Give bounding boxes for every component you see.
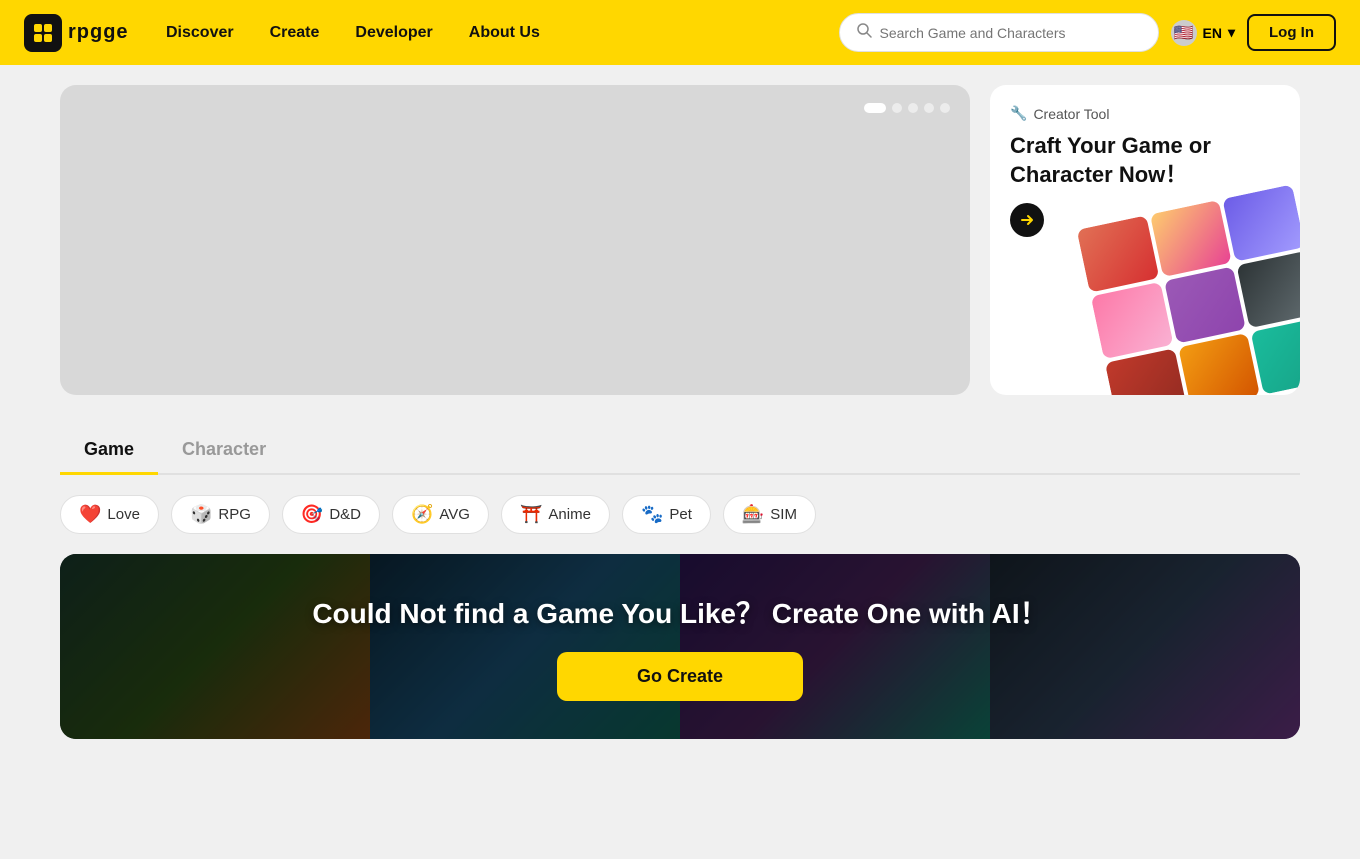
creator-arrow-button[interactable] bbox=[1010, 203, 1044, 237]
creator-card-content: 🔧 Creator Tool Craft Your Game or Charac… bbox=[990, 85, 1300, 237]
genre-sim[interactable]: 🎰 SIM bbox=[723, 495, 816, 534]
genre-rpg[interactable]: 🎲 RPG bbox=[171, 495, 270, 534]
navbar: rpgge Discover Create Developer About Us… bbox=[0, 0, 1360, 65]
tabs-section: Game Character ❤️ Love 🎲 RPG 🎯 D&D 🧭 AVG… bbox=[60, 427, 1300, 534]
nav-links: Discover Create Developer About Us bbox=[166, 24, 807, 42]
genre-avg[interactable]: 🧭 AVG bbox=[392, 495, 489, 534]
avg-label: AVG bbox=[439, 506, 470, 523]
creator-img-5 bbox=[1164, 266, 1246, 343]
search-icon bbox=[856, 22, 872, 43]
genre-pet[interactable]: 🐾 Pet bbox=[622, 495, 711, 534]
logo-icon bbox=[24, 14, 62, 52]
dot-1[interactable] bbox=[864, 103, 886, 113]
creator-tool-label: 🔧 Creator Tool bbox=[1010, 105, 1280, 122]
pet-label: Pet bbox=[669, 506, 692, 523]
dot-2[interactable] bbox=[892, 103, 902, 113]
login-button[interactable]: Log In bbox=[1247, 14, 1336, 51]
search-bar[interactable] bbox=[839, 13, 1159, 52]
dnd-label: D&D bbox=[329, 506, 361, 523]
lang-selector[interactable]: 🇺🇸 EN ▾ bbox=[1171, 20, 1235, 46]
hero-section: 🔧 Creator Tool Craft Your Game or Charac… bbox=[60, 85, 1300, 395]
rpg-icon: 🎲 bbox=[190, 504, 212, 525]
slider-dots bbox=[864, 103, 950, 113]
nav-about-us[interactable]: About Us bbox=[469, 24, 540, 42]
cta-banner: Could Not find a Game You Like？ Create O… bbox=[60, 554, 1300, 739]
dot-3[interactable] bbox=[908, 103, 918, 113]
lang-flag: 🇺🇸 bbox=[1171, 20, 1197, 46]
dot-4[interactable] bbox=[924, 103, 934, 113]
tabs-row: Game Character bbox=[60, 427, 1300, 475]
tab-character[interactable]: Character bbox=[158, 427, 290, 475]
rpg-label: RPG bbox=[218, 506, 251, 523]
pet-icon: 🐾 bbox=[641, 504, 663, 525]
creator-card: 🔧 Creator Tool Craft Your Game or Charac… bbox=[990, 85, 1300, 395]
creator-title: Craft Your Game or Character Now！ bbox=[1010, 132, 1280, 189]
nav-create[interactable]: Create bbox=[270, 24, 320, 42]
nav-developer[interactable]: Developer bbox=[355, 24, 432, 42]
creator-img-6 bbox=[1237, 251, 1300, 328]
creator-img-4 bbox=[1091, 282, 1173, 359]
logo-text: rpgge bbox=[68, 21, 129, 44]
genre-love[interactable]: ❤️ Love bbox=[60, 495, 159, 534]
logo[interactable]: rpgge bbox=[24, 14, 134, 52]
love-label: Love bbox=[107, 506, 140, 523]
creator-tool-text: Creator Tool bbox=[1033, 106, 1109, 122]
tab-game[interactable]: Game bbox=[60, 427, 158, 475]
creator-img-8 bbox=[1178, 333, 1260, 395]
nav-right: 🇺🇸 EN ▾ Log In bbox=[839, 13, 1336, 52]
creator-img-9 bbox=[1251, 317, 1300, 394]
creator-tool-icon: 🔧 bbox=[1010, 105, 1027, 122]
main-content: 🔧 Creator Tool Craft Your Game or Charac… bbox=[0, 65, 1360, 759]
hero-slider[interactable] bbox=[60, 85, 970, 395]
go-create-button[interactable]: Go Create bbox=[557, 652, 803, 701]
avg-icon: 🧭 bbox=[411, 504, 433, 525]
cta-headline: Could Not find a Game You Like？ Create O… bbox=[312, 592, 1047, 632]
love-icon: ❤️ bbox=[79, 504, 101, 525]
genre-tags: ❤️ Love 🎲 RPG 🎯 D&D 🧭 AVG ⛩️ Anime 🐾 P bbox=[60, 495, 1300, 534]
genre-anime[interactable]: ⛩️ Anime bbox=[501, 495, 610, 534]
lang-dropdown-icon: ▾ bbox=[1228, 24, 1235, 41]
dnd-icon: 🎯 bbox=[301, 504, 323, 525]
genre-dnd[interactable]: 🎯 D&D bbox=[282, 495, 380, 534]
search-input[interactable] bbox=[880, 25, 1142, 41]
dot-5[interactable] bbox=[940, 103, 950, 113]
sim-label: SIM bbox=[770, 506, 797, 523]
nav-discover[interactable]: Discover bbox=[166, 24, 234, 42]
sim-icon: 🎰 bbox=[742, 504, 764, 525]
anime-label: Anime bbox=[548, 506, 591, 523]
banner-overlay bbox=[60, 554, 1300, 739]
lang-label: EN bbox=[1203, 25, 1222, 41]
anime-icon: ⛩️ bbox=[520, 504, 542, 525]
